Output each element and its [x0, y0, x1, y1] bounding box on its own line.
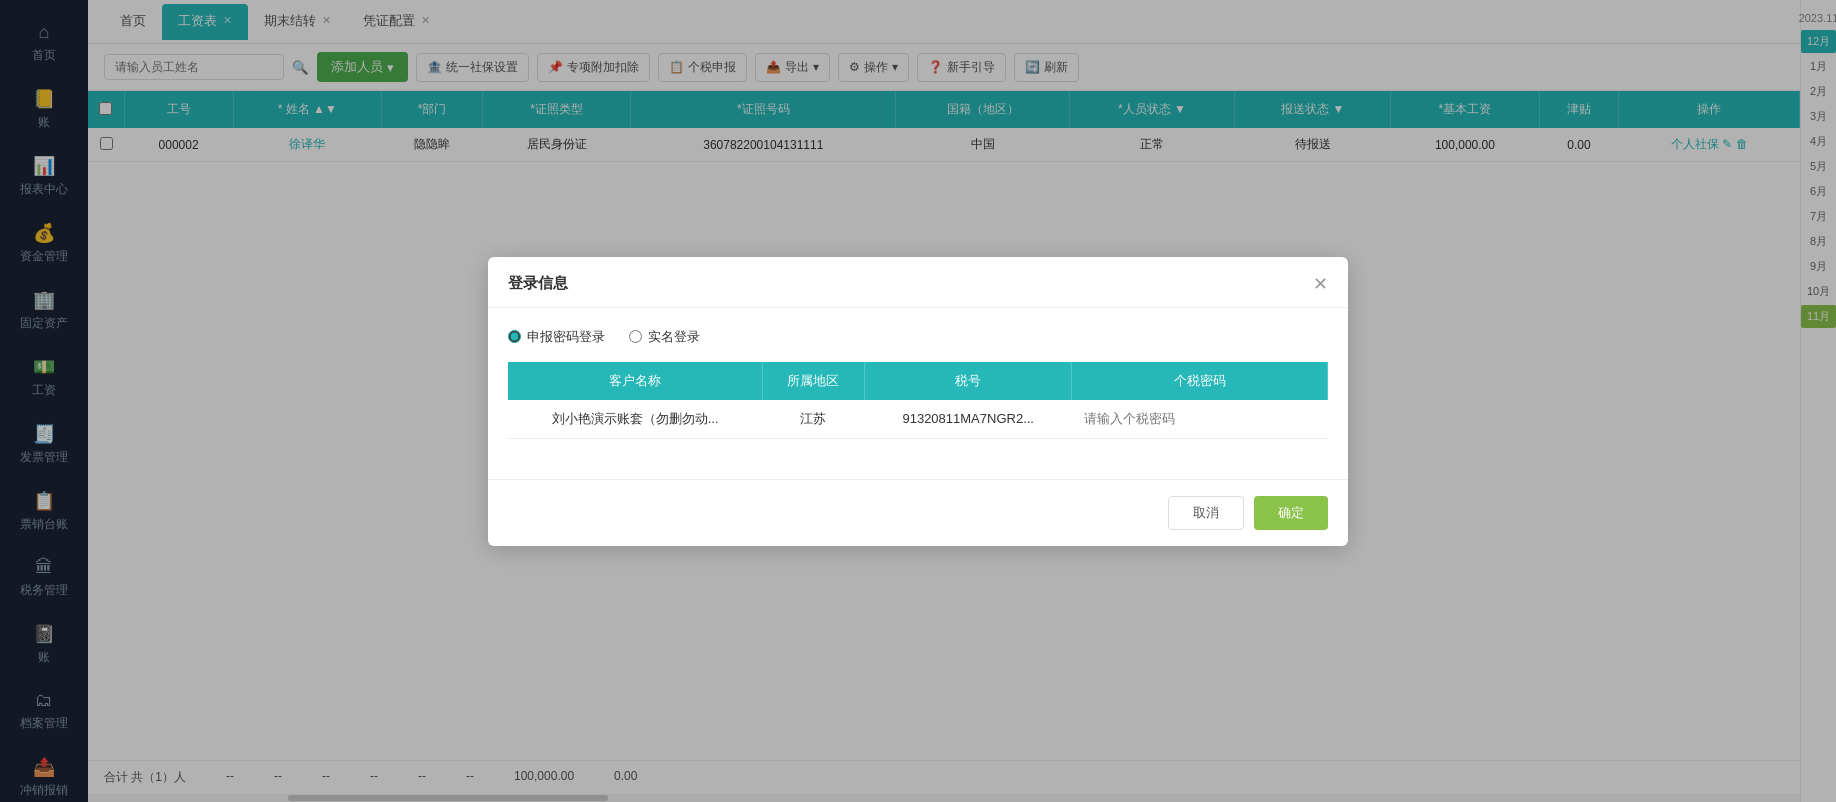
dialog-col-region: 所属地区	[762, 362, 865, 400]
radio-realname-login[interactable]: 实名登录	[629, 328, 700, 346]
dialog-col-name: 客户名称	[508, 362, 762, 400]
login-dialog: 登录信息 ✕ 申报密码登录 实名登录 客户名称	[488, 257, 1348, 546]
dialog-body: 申报密码登录 实名登录 客户名称 所属地区 税号 个税密码	[488, 308, 1348, 459]
dialog-overlay[interactable]: 登录信息 ✕ 申报密码登录 实名登录 客户名称	[0, 0, 1836, 802]
radio-password-login[interactable]: 申报密码登录	[508, 328, 605, 346]
radio-group: 申报密码登录 实名登录	[508, 328, 1328, 346]
dialog-row-taxid: 91320811MA7NGR2...	[865, 400, 1072, 439]
dialog-col-password: 个税密码	[1072, 362, 1328, 400]
cancel-button[interactable]: 取消	[1168, 496, 1244, 530]
dialog-table: 客户名称 所属地区 税号 个税密码 刘小艳演示账套（勿删勿动... 江苏 913…	[508, 362, 1328, 439]
dialog-table-row: 刘小艳演示账套（勿删勿动... 江苏 91320811MA7NGR2...	[508, 400, 1328, 439]
dialog-row-name: 刘小艳演示账套（勿删勿动...	[508, 400, 762, 439]
dialog-row-password[interactable]	[1072, 400, 1328, 439]
radio-realname-input[interactable]	[629, 330, 642, 343]
dialog-footer: 取消 确定	[488, 479, 1348, 546]
radio-realname-label: 实名登录	[648, 328, 700, 346]
dialog-header: 登录信息 ✕	[488, 257, 1348, 308]
radio-password-label: 申报密码登录	[527, 328, 605, 346]
radio-password-input[interactable]	[508, 330, 521, 343]
confirm-button[interactable]: 确定	[1254, 496, 1328, 530]
dialog-row-region: 江苏	[762, 400, 865, 439]
dialog-col-taxid: 税号	[865, 362, 1072, 400]
dialog-title: 登录信息	[508, 274, 568, 293]
password-input[interactable]	[1084, 411, 1316, 426]
dialog-close-button[interactable]: ✕	[1313, 273, 1328, 295]
